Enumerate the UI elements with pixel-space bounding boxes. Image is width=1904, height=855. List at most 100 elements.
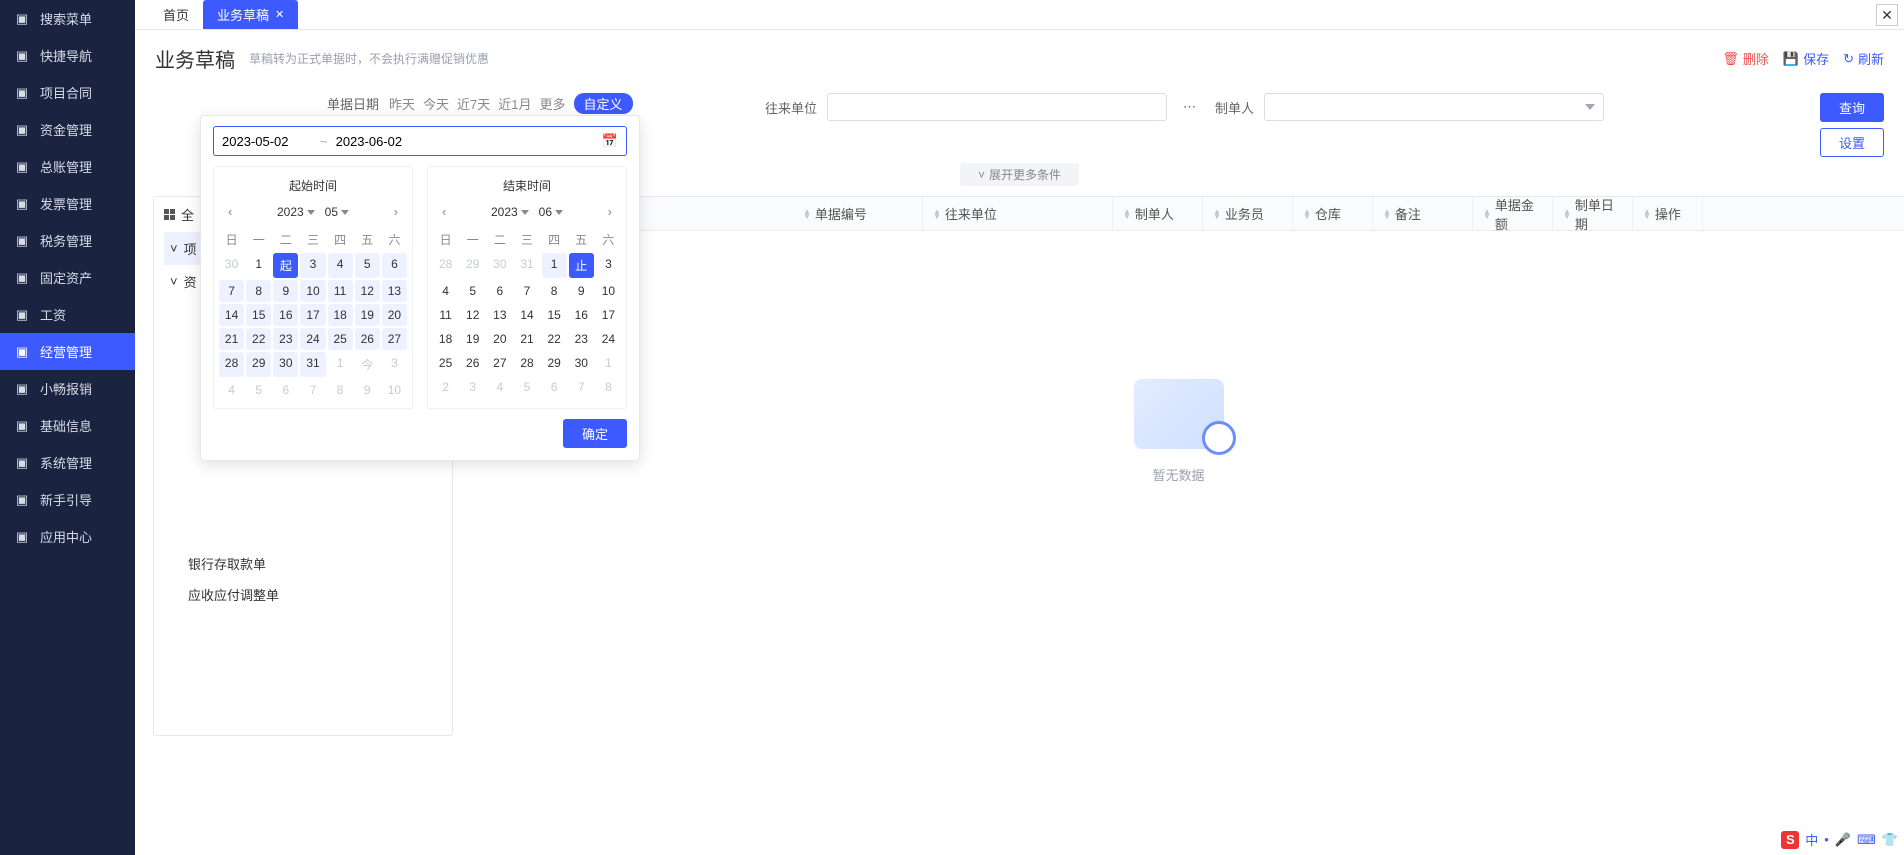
calendar-day[interactable]: 8: [596, 376, 621, 398]
calendar-day[interactable]: 3: [460, 376, 485, 398]
date-range-input[interactable]: ~ 📅: [213, 126, 627, 156]
calendar-day[interactable]: 28: [514, 352, 539, 374]
save-button[interactable]: 💾保存: [1783, 49, 1829, 68]
calendar-day[interactable]: 10: [596, 280, 621, 302]
calendar-day[interactable]: 7: [569, 376, 594, 398]
calendar-day[interactable]: 20: [487, 328, 512, 350]
calendar-day[interactable]: 18: [328, 304, 353, 326]
calendar-day[interactable]: 5: [460, 280, 485, 302]
calendar-day[interactable]: 22: [246, 328, 271, 350]
calendar-day[interactable]: 27: [382, 328, 407, 350]
preset-1m[interactable]: 近1月: [498, 94, 531, 113]
calendar-day[interactable]: 6: [542, 376, 567, 398]
calendar-day[interactable]: 4: [219, 379, 244, 401]
sidebar-item[interactable]: ▣系统管理: [0, 444, 135, 481]
sidebar-item[interactable]: ▣基础信息: [0, 407, 135, 444]
calendar-day[interactable]: 3: [596, 253, 621, 278]
calendar-day[interactable]: 21: [219, 328, 244, 350]
calendar-day[interactable]: 16: [273, 304, 298, 326]
tab-draft[interactable]: 业务草稿 ✕: [203, 0, 298, 29]
maker-select[interactable]: [1264, 93, 1604, 121]
sidebar-item[interactable]: ▣发票管理: [0, 185, 135, 222]
calendar-day[interactable]: 28: [219, 352, 244, 377]
party-more-button[interactable]: ⋯: [1177, 99, 1204, 115]
sidebar-item[interactable]: ▣快捷导航: [0, 37, 135, 74]
calendar-day[interactable]: 10: [300, 280, 325, 302]
expand-filters-button[interactable]: ˅ 展开更多条件: [960, 163, 1079, 186]
delete-button[interactable]: 🗑删除: [1722, 49, 1769, 68]
calendar-day[interactable]: 2: [433, 376, 458, 398]
ime-mic-icon[interactable]: 🎤: [1835, 832, 1851, 848]
calendar-day[interactable]: 6: [487, 280, 512, 302]
table-column-header[interactable]: ▲▼往来单位: [923, 197, 1113, 230]
calendar-day[interactable]: 1: [328, 352, 353, 377]
calendar-day[interactable]: 今: [355, 352, 380, 377]
calendar-day[interactable]: 17: [300, 304, 325, 326]
preset-custom[interactable]: 自定义: [574, 93, 633, 114]
calendar-day[interactable]: 14: [514, 304, 539, 326]
calendar-day[interactable]: 29: [460, 253, 485, 278]
calendar-day[interactable]: 6: [273, 379, 298, 401]
calendar-day[interactable]: 22: [542, 328, 567, 350]
calendar-day[interactable]: 9: [355, 379, 380, 401]
preset-today[interactable]: 今天: [423, 94, 449, 113]
ime-lang[interactable]: 中: [1805, 830, 1818, 849]
calendar-day[interactable]: 15: [246, 304, 271, 326]
confirm-button[interactable]: 确定: [563, 419, 627, 448]
calendar-day[interactable]: 31: [514, 253, 539, 278]
calendar-day[interactable]: 14: [219, 304, 244, 326]
sidebar-item[interactable]: ▣小畅报销: [0, 370, 135, 407]
category-item[interactable]: 应收应付调整单: [164, 579, 442, 610]
table-column-header[interactable]: ▲▼制单日期: [1553, 197, 1633, 230]
table-column-header[interactable]: ▲▼业务员: [1203, 197, 1293, 230]
close-icon[interactable]: ✕: [275, 8, 284, 21]
calendar-day[interactable]: 4: [487, 376, 512, 398]
ime-icon[interactable]: •: [1824, 832, 1829, 847]
calendar-day[interactable]: 11: [328, 280, 353, 302]
calendar-day[interactable]: 24: [596, 328, 621, 350]
sidebar-item[interactable]: ▣应用中心: [0, 518, 135, 555]
calendar-day[interactable]: 23: [569, 328, 594, 350]
calendar-day[interactable]: 3: [300, 253, 325, 278]
calendar-day[interactable]: 20: [382, 304, 407, 326]
calendar-day[interactable]: 止: [569, 253, 594, 278]
calendar-day[interactable]: 8: [542, 280, 567, 302]
table-column-header[interactable]: ▲▼制单人: [1113, 197, 1203, 230]
sidebar-item[interactable]: ▣资金管理: [0, 111, 135, 148]
table-column-header[interactable]: ▲▼单据金额: [1473, 197, 1553, 230]
window-close-button[interactable]: ✕: [1876, 4, 1898, 26]
calendar-day[interactable]: 29: [246, 352, 271, 377]
tab-home[interactable]: 首页: [149, 0, 203, 29]
calendar-day[interactable]: 30: [487, 253, 512, 278]
calendar-day[interactable]: 23: [273, 328, 298, 350]
settings-button[interactable]: 设置: [1820, 128, 1884, 157]
calendar-day[interactable]: 10: [382, 379, 407, 401]
next-month-button[interactable]: ›: [388, 202, 404, 221]
calendar-day[interactable]: 7: [300, 379, 325, 401]
calendar-day[interactable]: 6: [382, 253, 407, 278]
year-select[interactable]: 2023: [277, 205, 315, 219]
calendar-day[interactable]: 8: [328, 379, 353, 401]
calendar-day[interactable]: 7: [514, 280, 539, 302]
calendar-day[interactable]: 24: [300, 328, 325, 350]
party-input[interactable]: [827, 93, 1167, 121]
sidebar-item[interactable]: ▣经营管理: [0, 333, 135, 370]
calendar-day[interactable]: 31: [300, 352, 325, 377]
category-all[interactable]: 全: [181, 205, 194, 224]
calendar-day[interactable]: 12: [460, 304, 485, 326]
calendar-day[interactable]: 25: [433, 352, 458, 374]
start-date-input[interactable]: [222, 134, 312, 149]
calendar-day[interactable]: 5: [246, 379, 271, 401]
calendar-day[interactable]: 4: [433, 280, 458, 302]
calendar-day[interactable]: 19: [355, 304, 380, 326]
calendar-day[interactable]: 27: [487, 352, 512, 374]
calendar-day[interactable]: 9: [569, 280, 594, 302]
month-select[interactable]: 05: [325, 205, 349, 219]
calendar-day[interactable]: 28: [433, 253, 458, 278]
calendar-day[interactable]: 16: [569, 304, 594, 326]
calendar-day[interactable]: 7: [219, 280, 244, 302]
sidebar-item[interactable]: ▣项目合同: [0, 74, 135, 111]
calendar-day[interactable]: 5: [514, 376, 539, 398]
month-select[interactable]: 06: [539, 205, 563, 219]
preset-more[interactable]: 更多: [540, 94, 566, 113]
